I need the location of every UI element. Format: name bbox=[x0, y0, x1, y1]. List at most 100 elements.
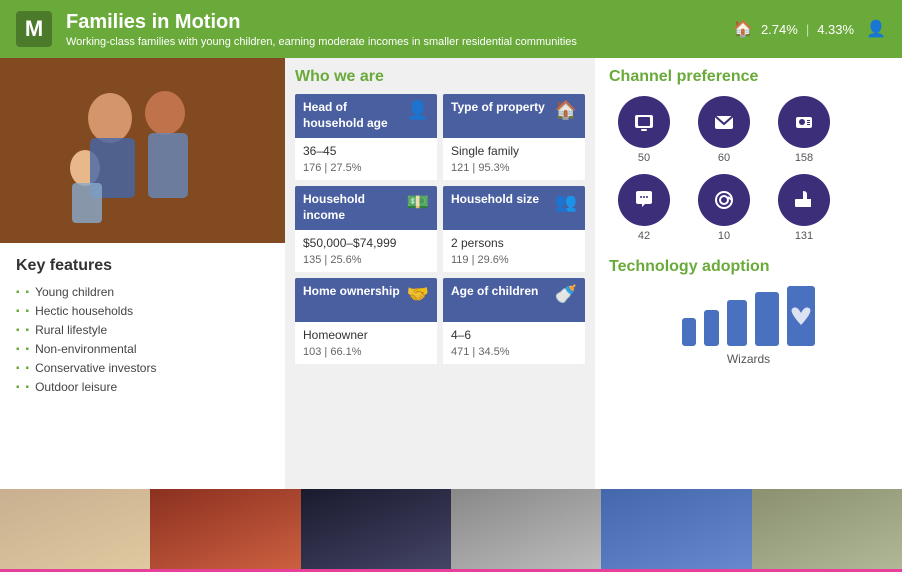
device-1 bbox=[704, 310, 719, 346]
header-text: Families in Motion Working-class familie… bbox=[66, 11, 733, 48]
stat2: 4.33% bbox=[817, 22, 854, 37]
card-home-ownership: Home ownership 🤝 Homeowner 103 | 66.1% bbox=[295, 278, 437, 364]
family-photo bbox=[0, 58, 285, 243]
card-header-title: Head of household age bbox=[303, 100, 403, 131]
card-body: 4–6 471 | 34.5% bbox=[443, 322, 585, 364]
bottom-img-1 bbox=[0, 489, 150, 569]
right-panel: Channel preference 50 60 158 42 10 131 bbox=[595, 58, 902, 489]
channel-item-TV: 50 bbox=[609, 96, 679, 164]
card-header-title: Age of children bbox=[451, 284, 538, 300]
channel-circle bbox=[618, 96, 670, 148]
channel-item-mail: 60 bbox=[689, 96, 759, 164]
card-age-of-children: Age of children 🍼 4–6 471 | 34.5% bbox=[443, 278, 585, 364]
card-icon: 💵 bbox=[407, 192, 429, 213]
channel-item-social: 131 bbox=[769, 174, 839, 242]
app-title: Families in Motion bbox=[66, 11, 733, 34]
card-header-title: Type of property bbox=[451, 100, 545, 116]
key-feature-item: ▪Conservative investors bbox=[16, 361, 269, 375]
header: M Families in Motion Working-class famil… bbox=[0, 0, 902, 58]
channel-circle bbox=[618, 174, 670, 226]
tech-label: Wizards bbox=[727, 352, 770, 366]
tech-adoption: Wizards bbox=[609, 286, 888, 366]
card-value: Single family bbox=[451, 144, 577, 158]
who-we-are-title: Who we are bbox=[295, 68, 585, 86]
device-3 bbox=[755, 292, 779, 346]
card-icon: 👥 bbox=[555, 192, 577, 213]
card-head-household-age: Head of household age 👤 36–45 176 | 27.5… bbox=[295, 94, 437, 180]
card-body: $50,000–$74,999 135 | 25.6% bbox=[295, 230, 437, 272]
card-body: 2 persons 119 | 29.6% bbox=[443, 230, 585, 272]
key-feature-item: ▪Non-environmental bbox=[16, 342, 269, 356]
header-stats: 🏠 2.74% | 4.33% 👤 bbox=[733, 19, 886, 39]
card-value: 2 persons bbox=[451, 236, 577, 250]
card-stats: 135 | 25.6% bbox=[303, 254, 429, 266]
bottom-img-4 bbox=[451, 489, 601, 569]
card-header: Age of children 🍼 bbox=[443, 278, 585, 322]
channel-item-chat: 42 bbox=[609, 174, 679, 242]
house-icon: 🏠 bbox=[733, 19, 753, 39]
card-header: Household income 💵 bbox=[295, 186, 437, 230]
tech-devices bbox=[680, 286, 817, 346]
channel-value: 158 bbox=[795, 152, 813, 164]
stat-divider: | bbox=[806, 22, 809, 37]
channel-circle bbox=[778, 96, 830, 148]
card-header-title: Household income bbox=[303, 192, 403, 223]
card-icon: 🍼 bbox=[555, 284, 577, 305]
key-features-section: Key features ▪Young children ▪Hectic hous… bbox=[0, 243, 285, 489]
card-header: Head of household age 👤 bbox=[295, 94, 437, 138]
logo: M bbox=[16, 11, 52, 47]
card-value: $50,000–$74,999 bbox=[303, 236, 429, 250]
card-icon: 🏠 bbox=[555, 100, 577, 121]
channel-title: Channel preference bbox=[609, 68, 888, 86]
device-2 bbox=[727, 300, 747, 346]
bottom-img-6 bbox=[752, 489, 902, 569]
bottom-img-3 bbox=[301, 489, 451, 569]
card-type-property: Type of property 🏠 Single family 121 | 9… bbox=[443, 94, 585, 180]
stat1: 2.74% bbox=[761, 22, 798, 37]
bottom-images bbox=[0, 489, 902, 569]
bottom-img-2 bbox=[150, 489, 300, 569]
card-icon: 👤 bbox=[407, 100, 429, 121]
card-header: Household size 👥 bbox=[443, 186, 585, 230]
channel-item-radio: 158 bbox=[769, 96, 839, 164]
mid-panel: Who we are Head of household age 👤 36–45… bbox=[285, 58, 595, 489]
channel-value: 131 bbox=[795, 230, 813, 242]
key-feature-item: ▪Young children bbox=[16, 285, 269, 299]
channel-circle bbox=[698, 174, 750, 226]
card-header-title: Household size bbox=[451, 192, 539, 208]
key-feature-item: ▪Rural lifestyle bbox=[16, 323, 269, 337]
card-stats: 103 | 66.1% bbox=[303, 346, 429, 358]
card-stats: 121 | 95.3% bbox=[451, 162, 577, 174]
channel-value: 10 bbox=[718, 230, 730, 242]
key-feature-item: ▪Hectic households bbox=[16, 304, 269, 318]
bottom-img-5 bbox=[601, 489, 751, 569]
card-value: 4–6 bbox=[451, 328, 577, 342]
device-0 bbox=[682, 318, 696, 346]
channel-item-email: 10 bbox=[689, 174, 759, 242]
key-features-title: Key features bbox=[16, 257, 269, 275]
channel-circle bbox=[778, 174, 830, 226]
app-subtitle: Working-class families with young childr… bbox=[66, 36, 733, 48]
card-header: Home ownership 🤝 bbox=[295, 278, 437, 322]
channel-value: 60 bbox=[718, 152, 730, 164]
channel-value: 50 bbox=[638, 152, 650, 164]
key-feature-item: ▪Outdoor leisure bbox=[16, 380, 269, 394]
person-icon: 👤 bbox=[866, 19, 886, 39]
card-body: 36–45 176 | 27.5% bbox=[295, 138, 437, 180]
card-stats: 471 | 34.5% bbox=[451, 346, 577, 358]
card-value: 36–45 bbox=[303, 144, 429, 158]
card-body: Single family 121 | 95.3% bbox=[443, 138, 585, 180]
card-header: Type of property 🏠 bbox=[443, 94, 585, 138]
device-4 bbox=[787, 286, 815, 346]
card-stats: 176 | 27.5% bbox=[303, 162, 429, 174]
card-stats: 119 | 29.6% bbox=[451, 254, 577, 266]
card-body: Homeowner 103 | 66.1% bbox=[295, 322, 437, 364]
card-icon: 🤝 bbox=[407, 284, 429, 305]
channel-circle bbox=[698, 96, 750, 148]
card-household-size: Household size 👥 2 persons 119 | 29.6% bbox=[443, 186, 585, 272]
channel-value: 42 bbox=[638, 230, 650, 242]
card-header-title: Home ownership bbox=[303, 284, 400, 300]
card-value: Homeowner bbox=[303, 328, 429, 342]
tech-title: Technology adoption bbox=[609, 258, 888, 276]
card-household-income: Household income 💵 $50,000–$74,999 135 |… bbox=[295, 186, 437, 272]
